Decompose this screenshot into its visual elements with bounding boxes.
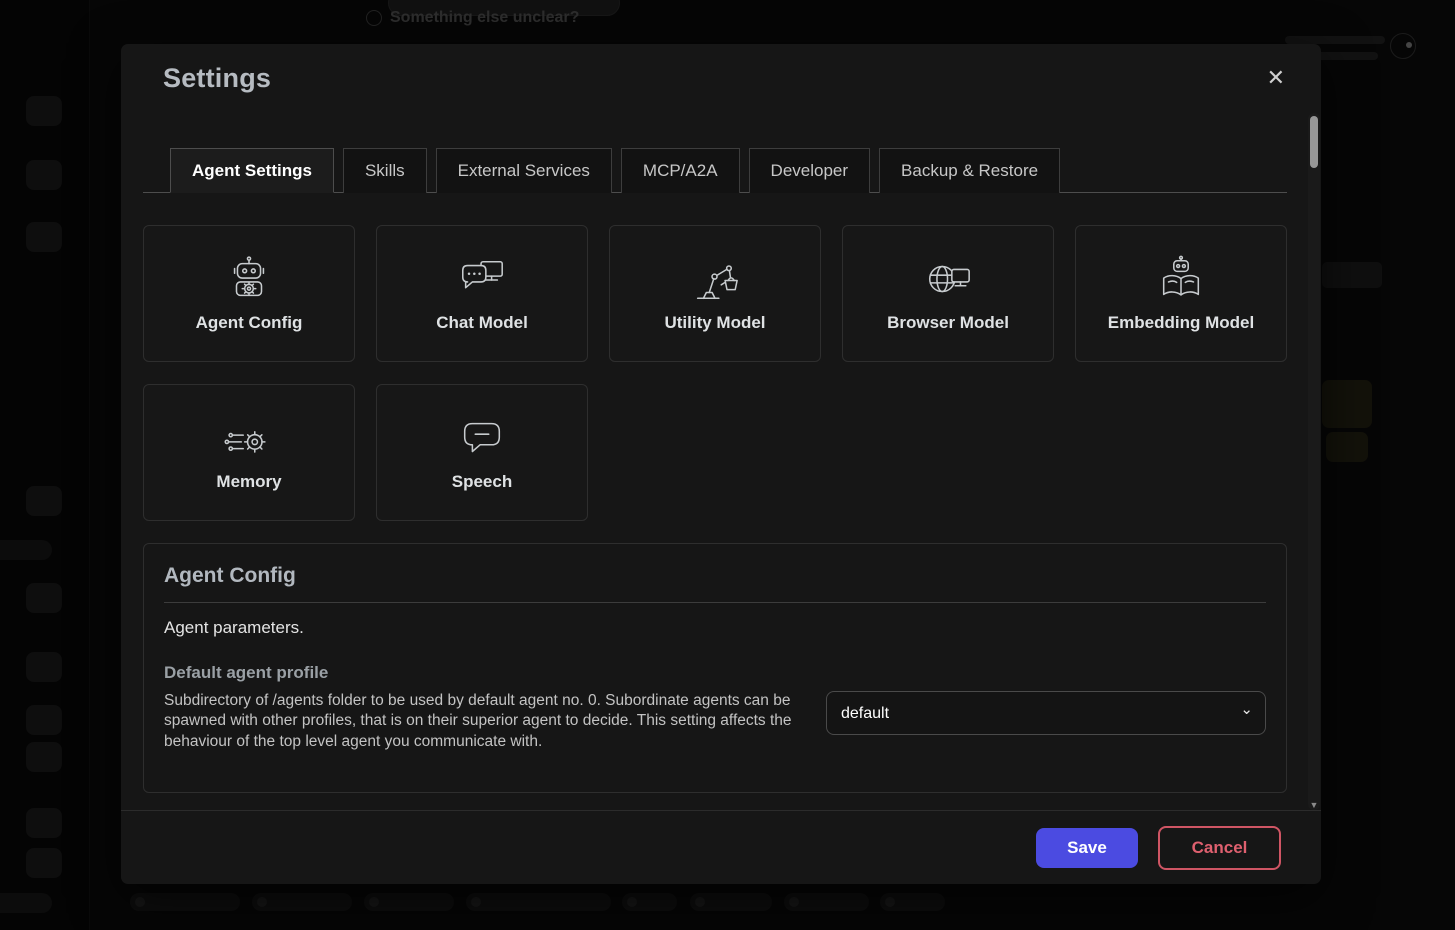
nav-card-agent-config[interactable]: Agent Config <box>143 225 355 362</box>
nav-card-label: Agent Config <box>196 313 303 333</box>
embedding-model-book-icon <box>1150 255 1212 305</box>
agent-profile-select-wrap: default ⌄ <box>826 691 1266 735</box>
section-title: Agent Config <box>164 564 1266 588</box>
scrollbar-thumb[interactable] <box>1310 116 1318 168</box>
nav-card-embedding-model[interactable]: Embedding Model <box>1075 225 1287 362</box>
tab-bar: Agent Settings Skills External Services … <box>143 148 1287 193</box>
nav-card-label: Browser Model <box>887 313 1009 333</box>
nav-card-speech[interactable]: Speech <box>376 384 588 521</box>
tab-developer[interactable]: Developer <box>749 148 871 193</box>
nav-card-label: Utility Model <box>664 313 765 333</box>
memory-gear-icon <box>218 414 280 464</box>
nav-card-label: Speech <box>452 472 512 492</box>
modal-body: Agent Settings Skills External Services … <box>121 112 1321 810</box>
nav-card-label: Embedding Model <box>1108 313 1254 333</box>
modal-scrollbar[interactable]: ▼ <box>1308 113 1320 810</box>
tab-backup-restore[interactable]: Backup & Restore <box>879 148 1060 193</box>
tab-skills[interactable]: Skills <box>343 148 427 193</box>
nav-card-chat-model[interactable]: Chat Model <box>376 225 588 362</box>
cancel-button[interactable]: Cancel <box>1158 826 1281 870</box>
chat-model-icon <box>451 255 513 305</box>
nav-card-utility-model[interactable]: Utility Model <box>609 225 821 362</box>
nav-card-browser-model[interactable]: Browser Model <box>842 225 1054 362</box>
close-icon[interactable]: ✕ <box>1261 61 1291 95</box>
save-button[interactable]: Save <box>1036 828 1138 868</box>
modal-footer: Save Cancel <box>121 810 1321 884</box>
agent-config-robot-icon <box>218 255 280 305</box>
agent-config-section: Agent Config Agent parameters. Default a… <box>143 543 1287 793</box>
tab-mcp-a2a[interactable]: MCP/A2A <box>621 148 740 193</box>
field-description: Subdirectory of /agents folder to be use… <box>164 691 812 752</box>
tab-external-services[interactable]: External Services <box>436 148 612 193</box>
application-window: Something else unclear? Settings ✕ Agent… <box>0 0 1455 930</box>
nav-card-label: Chat Model <box>436 313 528 333</box>
modal-title: Settings <box>163 63 271 94</box>
modal-header: Settings ✕ <box>121 44 1321 112</box>
section-intro: Agent parameters. <box>164 618 1266 638</box>
utility-model-arm-icon <box>684 255 746 305</box>
nav-card-label: Memory <box>216 472 281 492</box>
settings-nav-grid: Agent Config <box>143 225 1287 521</box>
field-row: Subdirectory of /agents folder to be use… <box>164 691 1266 752</box>
browser-model-globe-icon <box>917 255 979 305</box>
nav-card-memory[interactable]: Memory <box>143 384 355 521</box>
speech-bubble-icon <box>451 414 513 464</box>
section-divider <box>164 602 1266 603</box>
agent-profile-select[interactable]: default <box>826 691 1266 735</box>
scrollbar-down-arrow-icon[interactable]: ▼ <box>1308 800 1320 810</box>
settings-modal: Settings ✕ Agent Settings Skills Externa… <box>121 44 1321 884</box>
tab-agent-settings[interactable]: Agent Settings <box>170 148 334 193</box>
field-label-default-agent-profile: Default agent profile <box>164 663 1266 683</box>
